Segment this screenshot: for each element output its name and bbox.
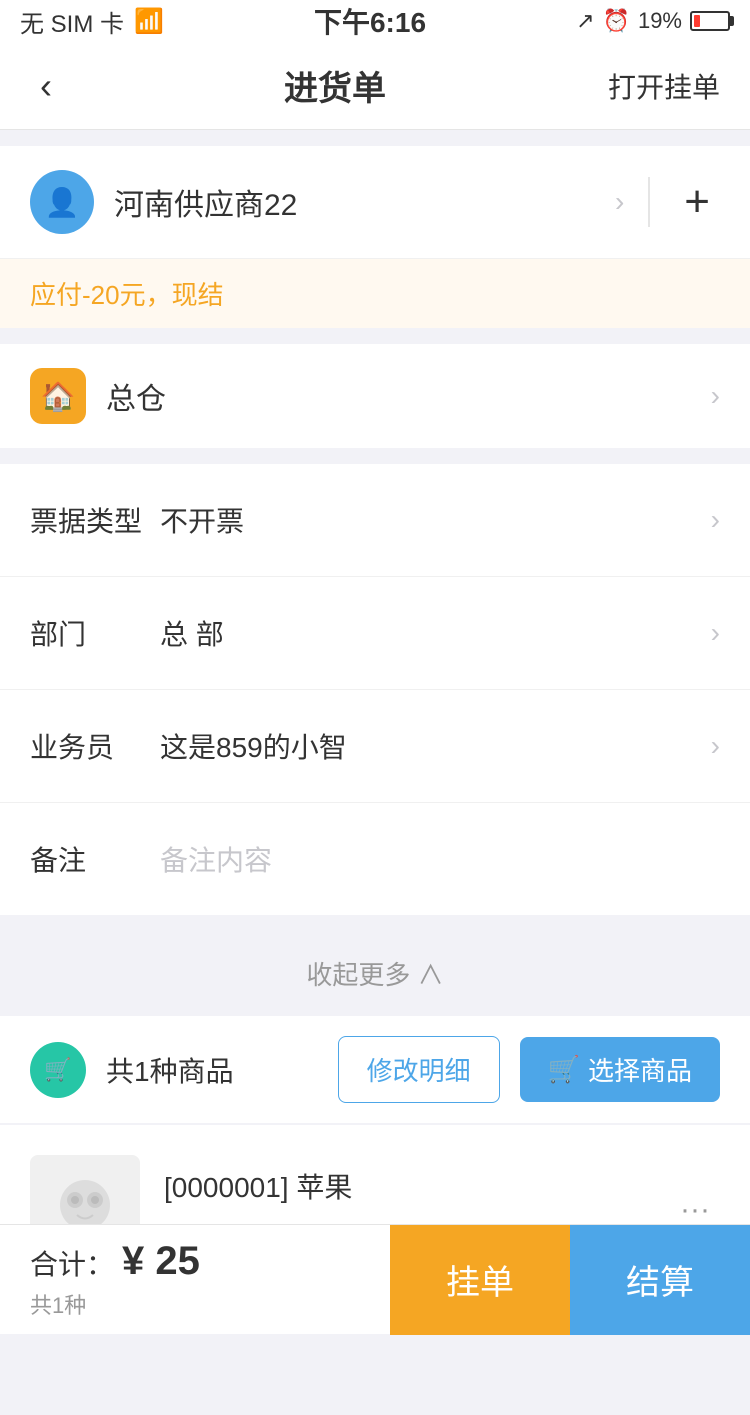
product-header: 🛒 共1种商品 修改明细 🛒 选择商品 [0,1016,750,1123]
remark-label: 备注 [30,839,150,879]
warehouse-card[interactable]: 🏠 总仓 › [0,344,750,448]
time-label: 下午6:16 [314,1,426,41]
product-count-label: 共1种商品 [106,1050,318,1090]
edit-detail-button[interactable]: 修改明细 [338,1036,500,1103]
invoice-type-row[interactable]: 票据类型 不开票 › [0,464,750,577]
select-product-label: 选择商品 [588,1051,692,1088]
avatar-icon: 👤 [45,186,80,219]
department-row[interactable]: 部门 总 部 › [0,577,750,690]
remark-input[interactable]: 备注内容 [150,839,720,879]
total-label: 合计： [30,1243,114,1283]
footer: 合计： ¥ 25 共1种 挂单 结算 [0,1224,750,1334]
collapse-button[interactable]: 收起更多 ∧ [0,931,750,1016]
wifi-icon: 📶 [134,7,164,36]
battery-percent: 19% [638,8,682,34]
status-left: 无 SIM 卡 📶 [20,4,164,39]
invoice-type-label: 票据类型 [30,500,150,540]
supplier-chevron-icon: › [615,186,624,218]
department-chevron-icon: › [711,617,720,649]
select-icon: 🛒 [548,1054,580,1085]
status-right: ↗ ⏰ 19% [576,8,730,34]
product-code: [0000001] [164,1172,296,1203]
battery-icon [690,11,730,31]
cart-icon-symbol: 🛒 [44,1057,71,1083]
salesperson-chevron-icon: › [711,730,720,762]
supplier-name: 河南供应商22 [114,180,615,224]
warehouse-chevron-icon: › [711,380,720,412]
warehouse-icon-symbol: 🏠 [41,380,76,413]
location-icon: ↗ [576,8,594,34]
warehouse-row: 🏠 总仓 › [0,344,750,448]
invoice-chevron-icon: › [711,504,720,536]
pending-button[interactable]: 挂单 [390,1225,570,1335]
product-cart-icon: 🛒 [30,1042,86,1098]
alarm-icon: ⏰ [603,8,630,34]
department-label: 部门 [30,613,150,653]
supplier-row[interactable]: 👤 河南供应商22 › + [0,146,750,259]
add-supplier-button[interactable]: + [674,177,720,227]
remark-row[interactable]: 备注 备注内容 [0,803,750,915]
product-name: [0000001] 苹果 [164,1166,646,1206]
status-bar: 无 SIM 卡 📶 下午6:16 ↗ ⏰ 19% [0,0,750,42]
carrier-label: 无 SIM 卡 [20,4,124,39]
back-button[interactable]: ‹ [30,55,62,117]
warehouse-icon: 🏠 [30,368,86,424]
salesperson-value: 这是859的小智 [150,726,711,766]
supplier-warehouse-card: 👤 河南供应商22 › + 应付-20元，现结 [0,146,750,328]
warehouse-name: 总仓 [106,374,711,418]
total-amount: ¥ 25 [122,1239,200,1284]
product-title: 苹果 [296,1172,352,1203]
page-title: 进货单 [284,61,386,110]
nav-bar: ‹ 进货单 打开挂单 [0,42,750,130]
notice-text: 应付-20元，现结 [30,280,224,310]
form-section: 票据类型 不开票 › 部门 总 部 › 业务员 这是859的小智 › 备注 备注… [0,464,750,915]
supplier-divider [648,177,650,227]
salesperson-row[interactable]: 业务员 这是859的小智 › [0,690,750,803]
salesperson-label: 业务员 [30,726,150,766]
checkout-button[interactable]: 结算 [570,1225,750,1335]
department-value: 总 部 [150,613,711,653]
footer-total: 合计： ¥ 25 共1种 [0,1239,390,1320]
notice-bar: 应付-20元，现结 [0,259,750,328]
select-product-button[interactable]: 🛒 选择商品 [520,1037,720,1102]
total-main: 合计： ¥ 25 [30,1239,360,1284]
open-pending-button[interactable]: 打开挂单 [608,66,720,106]
supplier-avatar: 👤 [30,170,94,234]
invoice-type-value: 不开票 [150,500,711,540]
total-sub: 共1种 [30,1288,360,1320]
